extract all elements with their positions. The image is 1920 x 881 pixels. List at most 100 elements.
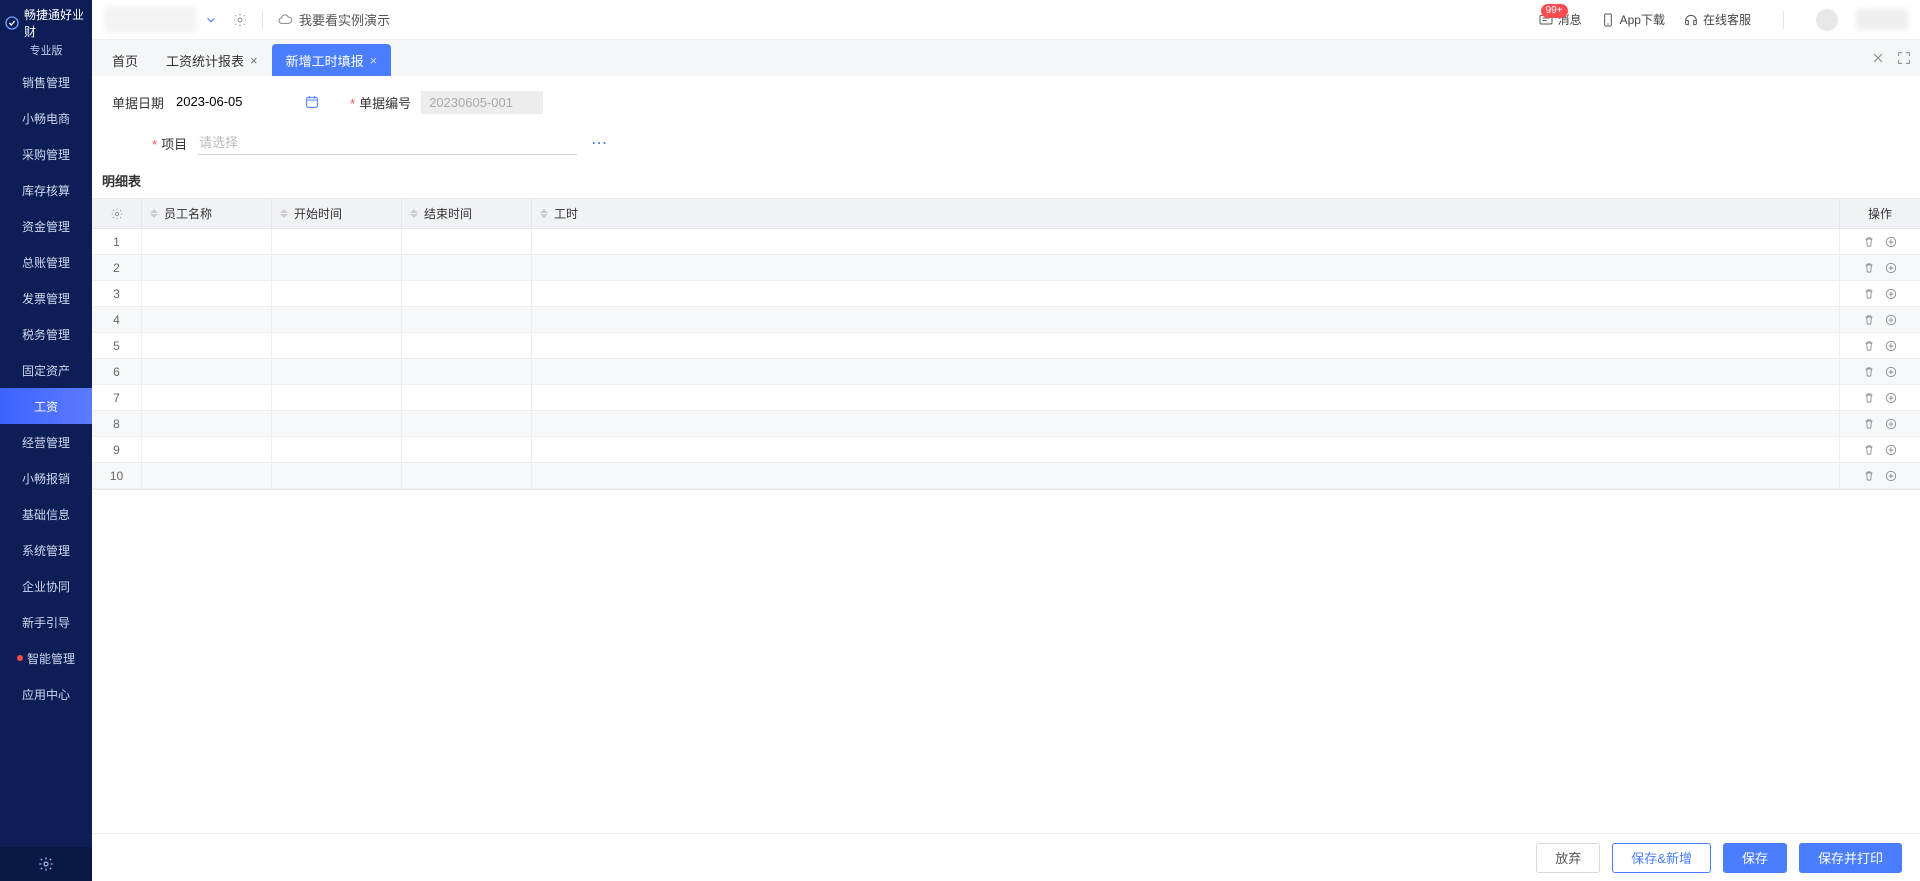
delete-icon[interactable]	[1862, 469, 1876, 483]
cell-end[interactable]	[402, 333, 532, 358]
add-row-icon[interactable]	[1884, 261, 1898, 275]
calendar-icon[interactable]	[304, 94, 320, 110]
add-row-icon[interactable]	[1884, 391, 1898, 405]
sidebar-item-0[interactable]: 销售管理	[0, 64, 92, 100]
save-button[interactable]: 保存	[1723, 843, 1787, 873]
cell-employee[interactable]	[142, 411, 272, 436]
delete-icon[interactable]	[1862, 417, 1876, 431]
cell-employee[interactable]	[142, 307, 272, 332]
cell-start[interactable]	[272, 359, 402, 384]
col-start[interactable]: 开始时间	[272, 199, 402, 228]
cell-end[interactable]	[402, 385, 532, 410]
cell-hours[interactable]	[532, 359, 1840, 384]
delete-icon[interactable]	[1862, 261, 1876, 275]
cell-employee[interactable]	[142, 463, 272, 488]
delete-icon[interactable]	[1862, 365, 1876, 379]
cell-hours[interactable]	[532, 385, 1840, 410]
cell-end[interactable]	[402, 463, 532, 488]
online-service-button[interactable]: 在线客服	[1683, 11, 1751, 28]
save-add-button[interactable]: 保存&新增	[1612, 843, 1711, 873]
col-end[interactable]: 结束时间	[402, 199, 532, 228]
cell-employee[interactable]	[142, 333, 272, 358]
sidebar-item-9[interactable]: 工资	[0, 388, 92, 424]
cell-employee[interactable]	[142, 229, 272, 254]
cell-start[interactable]	[272, 229, 402, 254]
cell-employee[interactable]	[142, 385, 272, 410]
save-print-button[interactable]: 保存并打印	[1799, 843, 1902, 873]
cell-end[interactable]	[402, 255, 532, 280]
cell-start[interactable]	[272, 307, 402, 332]
sidebar-settings[interactable]	[0, 847, 92, 881]
cell-start[interactable]	[272, 385, 402, 410]
cell-employee[interactable]	[142, 281, 272, 306]
cell-hours[interactable]	[532, 255, 1840, 280]
user-avatar[interactable]	[1816, 9, 1838, 31]
sidebar-item-8[interactable]: 固定资产	[0, 352, 92, 388]
company-settings-icon[interactable]	[232, 12, 248, 28]
cell-end[interactable]	[402, 307, 532, 332]
add-row-icon[interactable]	[1884, 417, 1898, 431]
col-hours[interactable]: 工时	[532, 199, 1840, 228]
col-employee[interactable]: 员工名称	[142, 199, 272, 228]
cell-end[interactable]	[402, 229, 532, 254]
cell-hours[interactable]	[532, 281, 1840, 306]
delete-icon[interactable]	[1862, 339, 1876, 353]
cell-start[interactable]	[272, 437, 402, 462]
sidebar-item-4[interactable]: 资金管理	[0, 208, 92, 244]
tab-0[interactable]: 首页	[98, 44, 152, 76]
add-row-icon[interactable]	[1884, 235, 1898, 249]
delete-icon[interactable]	[1862, 287, 1876, 301]
cell-hours[interactable]	[532, 411, 1840, 436]
sidebar-item-2[interactable]: 采购管理	[0, 136, 92, 172]
add-row-icon[interactable]	[1884, 443, 1898, 457]
delete-icon[interactable]	[1862, 391, 1876, 405]
sidebar-item-17[interactable]: 应用中心	[0, 676, 92, 712]
cell-start[interactable]	[272, 333, 402, 358]
delete-icon[interactable]	[1862, 235, 1876, 249]
cell-hours[interactable]	[532, 437, 1840, 462]
app-download-button[interactable]: App下载	[1600, 11, 1665, 28]
close-all-icon[interactable]	[1870, 50, 1886, 66]
add-row-icon[interactable]	[1884, 365, 1898, 379]
tab-2[interactable]: 新增工时填报×	[272, 44, 392, 76]
cell-start[interactable]	[272, 463, 402, 488]
cell-hours[interactable]	[532, 463, 1840, 488]
sidebar-item-6[interactable]: 发票管理	[0, 280, 92, 316]
date-input[interactable]	[174, 90, 294, 114]
company-selector[interactable]	[104, 6, 248, 33]
sidebar-item-12[interactable]: 基础信息	[0, 496, 92, 532]
cell-start[interactable]	[272, 255, 402, 280]
delete-icon[interactable]	[1862, 443, 1876, 457]
close-icon[interactable]: ×	[370, 53, 378, 68]
project-picker-button[interactable]: ⋯	[587, 133, 611, 153]
delete-icon[interactable]	[1862, 313, 1876, 327]
sidebar-item-11[interactable]: 小畅报销	[0, 460, 92, 496]
sidebar-item-16[interactable]: 智能管理	[0, 640, 92, 676]
sidebar-item-5[interactable]: 总账管理	[0, 244, 92, 280]
cell-hours[interactable]	[532, 229, 1840, 254]
fullscreen-icon[interactable]	[1896, 50, 1912, 66]
cell-end[interactable]	[402, 437, 532, 462]
cell-hours[interactable]	[532, 333, 1840, 358]
cell-end[interactable]	[402, 281, 532, 306]
add-row-icon[interactable]	[1884, 287, 1898, 301]
add-row-icon[interactable]	[1884, 339, 1898, 353]
cell-end[interactable]	[402, 359, 532, 384]
cell-employee[interactable]	[142, 359, 272, 384]
cell-employee[interactable]	[142, 437, 272, 462]
sidebar-item-10[interactable]: 经营管理	[0, 424, 92, 460]
cell-start[interactable]	[272, 411, 402, 436]
cell-end[interactable]	[402, 411, 532, 436]
sidebar-item-1[interactable]: 小畅电商	[0, 100, 92, 136]
sidebar-item-15[interactable]: 新手引导	[0, 604, 92, 640]
column-settings[interactable]	[92, 199, 142, 228]
add-row-icon[interactable]	[1884, 469, 1898, 483]
sidebar-item-7[interactable]: 税务管理	[0, 316, 92, 352]
sidebar-item-3[interactable]: 库存核算	[0, 172, 92, 208]
project-input[interactable]	[197, 131, 577, 155]
cell-hours[interactable]	[532, 307, 1840, 332]
cell-employee[interactable]	[142, 255, 272, 280]
sidebar-item-13[interactable]: 系统管理	[0, 532, 92, 568]
add-row-icon[interactable]	[1884, 313, 1898, 327]
sidebar-item-14[interactable]: 企业协同	[0, 568, 92, 604]
